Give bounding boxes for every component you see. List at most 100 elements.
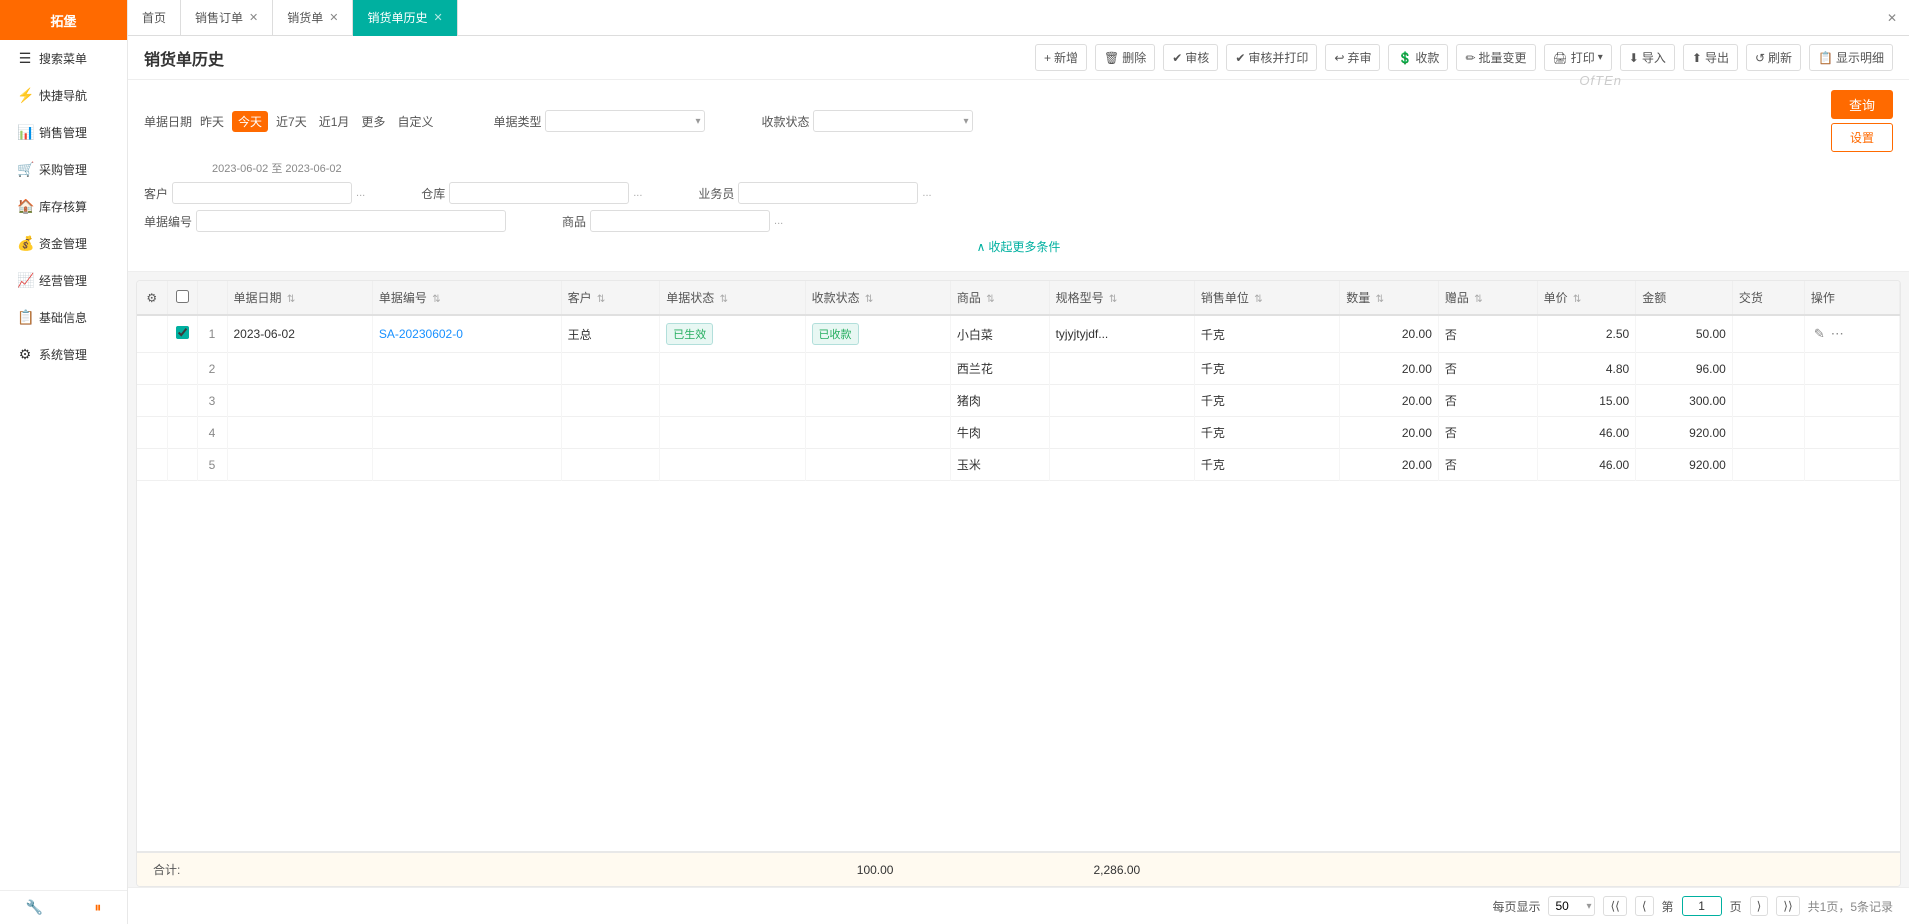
cell-checkbox[interactable] <box>167 353 197 385</box>
doc-no-link[interactable]: SA-20230602-0 <box>379 327 463 341</box>
per-page-select[interactable]: 50 10 20 100 <box>1548 896 1595 916</box>
cell-customer <box>561 417 660 449</box>
set-button[interactable]: 设置 <box>1831 123 1893 152</box>
cell-action <box>1804 353 1899 385</box>
sidebar-item-operations-mgmt[interactable]: 📈 经营管理 <box>0 262 127 299</box>
tab-home[interactable]: 首页 <box>128 0 181 36</box>
audit-button[interactable]: ✔ 审核 <box>1163 44 1218 71</box>
sidebar-item-search-menu[interactable]: ☰ 搜索菜单 <box>0 40 127 77</box>
doc-type-select[interactable] <box>545 110 705 132</box>
collapse-icon: ∧ <box>977 240 986 254</box>
add-button[interactable]: + 新增 <box>1035 44 1087 71</box>
sidebar-label: 销售管理 <box>39 124 87 141</box>
edit-action-icon[interactable]: ✎ <box>1814 326 1825 341</box>
last7days-btn[interactable]: 近7天 <box>272 111 311 132</box>
tab-close-sales-history[interactable]: ✕ <box>434 11 443 24</box>
col-qty[interactable]: 数量 ⇅ <box>1340 281 1439 315</box>
collect-icon: 💲 <box>1397 51 1412 65</box>
col-unit[interactable]: 销售单位 ⇅ <box>1194 281 1339 315</box>
query-button[interactable]: 查询 <box>1831 90 1893 119</box>
pay-status-select[interactable] <box>813 110 973 132</box>
table-row: 4 牛肉 千克 20.00 否 46.00 920.00 <box>137 417 1900 449</box>
show-detail-button[interactable]: 📋 显示明细 <box>1809 44 1893 71</box>
customer-picker-btn[interactable]: ... <box>356 187 365 199</box>
sort-customer-icon: ⇅ <box>597 294 605 305</box>
cell-settings <box>137 385 167 417</box>
sort-spec-icon: ⇅ <box>1109 294 1117 305</box>
tab-sales-history[interactable]: 销货单历史 ✕ <box>353 0 457 36</box>
cell-pay-status <box>805 417 950 449</box>
col-pay-status[interactable]: 收款状态 ⇅ <box>805 281 950 315</box>
cell-unit: 千克 <box>1194 385 1339 417</box>
tab-sales-order[interactable]: 销售订单 ✕ <box>181 0 273 36</box>
product-input[interactable] <box>590 210 770 232</box>
audit-print-button[interactable]: ✔ 审核并打印 <box>1226 44 1317 71</box>
sidebar-item-sales-mgmt[interactable]: 📊 销售管理 <box>0 114 127 151</box>
cell-checkbox[interactable] <box>167 449 197 481</box>
sidebar-item-basic-info[interactable]: 📋 基础信息 <box>0 299 127 336</box>
doc-no-input[interactable] <box>196 210 506 232</box>
row-checkbox[interactable] <box>176 326 189 339</box>
sidebar-collapse-btn[interactable]: ⏸ <box>94 899 101 916</box>
sidebar-item-inventory[interactable]: 🏠 库存核算 <box>0 188 127 225</box>
more-btn[interactable]: 更多 <box>357 111 389 132</box>
warehouse-picker-btn[interactable]: ... <box>633 187 642 199</box>
last1month-btn[interactable]: 近1月 <box>315 111 354 132</box>
first-page-btn[interactable]: ⟨⟨ <box>1603 896 1626 916</box>
col-doc-no[interactable]: 单据编号 ⇅ <box>372 281 561 315</box>
cell-checkbox[interactable] <box>167 385 197 417</box>
import-button[interactable]: ⬇ 导入 <box>1620 44 1675 71</box>
cell-product: 小白菜 <box>950 315 1049 353</box>
batch-change-button[interactable]: ✏ 批量变更 <box>1456 44 1535 71</box>
sidebar-item-purchase-mgmt[interactable]: 🛒 采购管理 <box>0 151 127 188</box>
tab-close-sales-delivery[interactable]: ✕ <box>329 11 338 24</box>
sidebar-settings-btn[interactable]: 🔧 <box>26 899 43 916</box>
sort-unit-price-icon: ⇅ <box>1573 294 1581 305</box>
collect-button[interactable]: 💲 收款 <box>1388 44 1448 71</box>
table-scroll[interactable]: ⚙ 单据日期 ⇅ 单据编号 ⇅ <box>137 281 1900 851</box>
select-all-checkbox[interactable] <box>176 290 189 303</box>
page-title: 销货单历史 <box>144 46 224 70</box>
date-range-display: 2023-06-02 至 2023-06-02 <box>212 160 342 176</box>
col-product[interactable]: 商品 ⇅ <box>950 281 1049 315</box>
collapse-row: ∧ 收起更多条件 <box>144 232 1893 261</box>
sidebar-item-quick-nav[interactable]: ⚡ 快捷导航 <box>0 77 127 114</box>
cell-checkbox[interactable] <box>167 315 197 353</box>
print-button[interactable]: 🖨 打印 ▾ <box>1544 44 1612 71</box>
salesperson-input[interactable] <box>738 182 918 204</box>
customer-input[interactable] <box>172 182 352 204</box>
cell-checkbox[interactable] <box>167 417 197 449</box>
tab-sales-delivery[interactable]: 销货单 ✕ <box>273 0 353 36</box>
collapse-button[interactable]: ∧ 收起更多条件 <box>969 236 1069 257</box>
more-action-icon[interactable]: ⋯ <box>1831 326 1844 341</box>
filter-area: 单据日期 昨天 今天 近7天 近1月 更多 自定义 单据类型 <box>128 80 1909 272</box>
col-customer[interactable]: 客户 ⇅ <box>561 281 660 315</box>
prev-page-btn[interactable]: ⟨ <box>1635 896 1654 916</box>
sidebar-item-system-mgmt[interactable]: ⚙ 系统管理 <box>0 336 127 373</box>
yesterday-btn[interactable]: 昨天 <box>196 111 228 132</box>
abandon-button[interactable]: ↩ 弃审 <box>1325 44 1380 71</box>
sort-gift-icon: ⇅ <box>1474 294 1482 305</box>
current-page-input[interactable] <box>1682 896 1722 916</box>
tab-close-sales-order[interactable]: ✕ <box>249 11 258 24</box>
warehouse-input[interactable] <box>449 182 629 204</box>
today-btn[interactable]: 今天 <box>232 111 268 132</box>
custom-btn[interactable]: 自定义 <box>393 111 437 132</box>
col-settings[interactable]: ⚙ <box>137 281 167 315</box>
next-page-btn[interactable]: ⟩ <box>1750 896 1769 916</box>
delete-button[interactable]: 🗑 删除 <box>1095 44 1155 71</box>
refresh-button[interactable]: ↺ 刷新 <box>1746 44 1801 71</box>
sidebar-label: 快捷导航 <box>39 87 87 104</box>
audit-icon: ✔ <box>1172 51 1182 65</box>
export-button[interactable]: ⬆ 导出 <box>1683 44 1738 71</box>
last-page-btn[interactable]: ⟩⟩ <box>1776 896 1799 916</box>
salesperson-picker-btn[interactable]: ... <box>922 187 931 199</box>
col-unit-price[interactable]: 单价 ⇅ <box>1537 281 1636 315</box>
product-picker-btn[interactable]: ... <box>774 215 783 227</box>
col-doc-status[interactable]: 单据状态 ⇅ <box>660 281 805 315</box>
tabs-close-all[interactable]: ✕ <box>1875 11 1909 25</box>
col-spec[interactable]: 规格型号 ⇅ <box>1049 281 1194 315</box>
sidebar-item-finance-mgmt[interactable]: 💰 资金管理 <box>0 225 127 262</box>
col-doc-date[interactable]: 单据日期 ⇅ <box>227 281 372 315</box>
col-gift[interactable]: 赠品 ⇅ <box>1438 281 1537 315</box>
